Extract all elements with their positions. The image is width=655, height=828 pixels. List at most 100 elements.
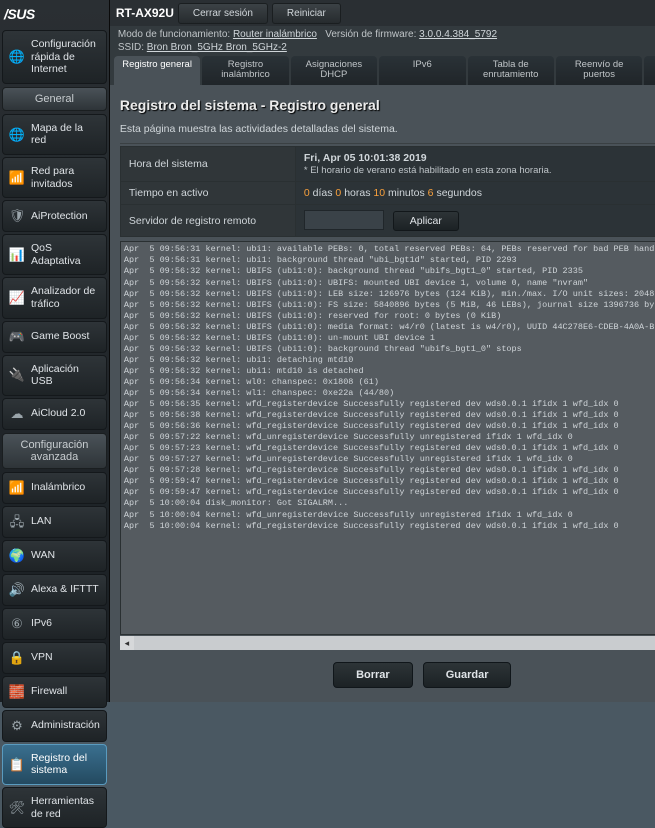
tab-registro-general[interactable]: Registro general [114, 56, 200, 85]
nav-icon: 🔊 [9, 582, 25, 598]
brand-logo: /SUS [4, 6, 35, 22]
clear-button[interactable]: Borrar [333, 662, 413, 688]
sidebar-item-aplicaci-n-usb[interactable]: 🔌 Aplicación USB [2, 355, 107, 396]
nav-icon: 📋 [9, 756, 25, 772]
sidebar-item-label: Inalámbrico [31, 481, 85, 494]
mode-label: Modo de funcionamiento: [118, 29, 230, 40]
save-button[interactable]: Guardar [423, 662, 512, 688]
page-title: Registro del sistema - Registro general [120, 93, 655, 123]
sidebar-item-game-boost[interactable]: 🎮 Game Boost [2, 321, 107, 353]
nav-icon: 🔒 [9, 650, 25, 666]
nav-icon: 📈 [9, 290, 25, 306]
remote-log-input[interactable] [304, 210, 384, 230]
sidebar-item-firewall[interactable]: 🧱 Firewall [2, 676, 107, 708]
tab-asignaciones-dhcp[interactable]: Asignaciones DHCP [291, 56, 377, 85]
horizontal-scrollbar[interactable]: ◂ ▸ [120, 636, 655, 650]
dst-note: * El horario de verano está habilitado e… [304, 165, 552, 176]
section-general: General [2, 87, 107, 111]
nav-icon: 🔌 [9, 367, 25, 383]
tab-tabla-de-enrutamiento[interactable]: Tabla de enrutamiento [468, 56, 554, 85]
sidebar-item-ipv6[interactable]: ⑥ IPv6 [2, 608, 107, 640]
nav-quick-setup[interactable]: 🌐 Configuración rápida de Internet [2, 30, 107, 84]
log-textarea[interactable]: Apr 5 09:56:31 kernel: ubi1: available P… [120, 241, 655, 635]
sidebar-item-label: Firewall [31, 685, 67, 698]
tabs: Registro generalRegistro inalámbricoAsig… [110, 56, 655, 85]
remote-log-label: Servidor de registro remoto [120, 204, 295, 237]
sidebar-item-label: VPN [31, 651, 53, 664]
sidebar: /SUS 🌐 Configuración rápida de Internet … [0, 0, 110, 702]
sidebar-item-herramientas-de-red[interactable]: 🛠 Herramientas de red [2, 787, 107, 828]
nav-icon: 🧱 [9, 684, 25, 700]
nav-icon: 🛡 [9, 208, 25, 224]
system-time-cell: Fri, Apr 05 10:01:38 2019 * El horario d… [295, 146, 655, 181]
sidebar-item-label: Administración [31, 719, 100, 732]
reboot-button[interactable]: Reiniciar [272, 3, 341, 24]
sidebar-item-label: Alexa & IFTTT [31, 583, 99, 596]
uptime-value: 0 días 0 horas 10 minutos 6 segundos [295, 181, 655, 204]
nav-icon: 📶 [9, 170, 25, 186]
sidebar-item-label: Mapa de la red [31, 122, 100, 147]
system-time-value: Fri, Apr 05 10:01:38 2019 [304, 152, 427, 164]
logout-button[interactable]: Cerrar sesión [178, 3, 268, 24]
sidebar-item-mapa-de-la-red[interactable]: 🌐 Mapa de la red [2, 114, 107, 155]
infobar: Modo de funcionamiento: Router inalámbri… [110, 26, 655, 56]
nav-icon: 🎮 [9, 329, 25, 345]
sidebar-item-label: Aplicación USB [31, 363, 100, 388]
nav-icon: ⑥ [9, 616, 25, 632]
uptime-label: Tiempo en activo [120, 181, 295, 204]
sidebar-item-label: AiProtection [31, 210, 88, 223]
sidebar-item-aicloud-2-0[interactable]: ☁ AiCloud 2.0 [2, 398, 107, 430]
tab-ipv6[interactable]: IPv6 [379, 56, 465, 85]
nav-icon: 📶 [9, 480, 25, 496]
sidebar-item-label: WAN [31, 549, 55, 562]
sidebar-item-inal-mbrico[interactable]: 📶 Inalámbrico [2, 472, 107, 504]
mode-value[interactable]: Router inalámbrico [233, 29, 317, 40]
action-row: Borrar Guardar [120, 650, 655, 694]
sidebar-item-label: Analizador de tráfico [31, 285, 100, 310]
fw-label: Versión de firmware: [325, 29, 416, 40]
fw-value[interactable]: 3.0.0.4.384_5792 [419, 29, 497, 40]
sidebar-item-vpn[interactable]: 🔒 VPN [2, 642, 107, 674]
apply-button[interactable]: Aplicar [393, 211, 459, 231]
sidebar-item-label: Game Boost [31, 330, 89, 343]
nav-label: Configuración rápida de Internet [31, 38, 100, 76]
tab-conexiones[interactable]: Conexiones [644, 56, 655, 85]
sidebar-item-label: Registro del sistema [31, 752, 100, 777]
nav-icon: 🌍 [9, 548, 25, 564]
topbar: RT-AX92U Cerrar sesión Reiniciar Español… [110, 0, 655, 26]
sidebar-item-red-para-invitados[interactable]: 📶 Red para invitados [2, 157, 107, 198]
main: RT-AX92U Cerrar sesión Reiniciar Español… [110, 0, 655, 702]
nav-icon: ☁ [9, 406, 25, 422]
nav-icon: 🛠 [9, 800, 25, 816]
brand-row: /SUS [2, 2, 107, 28]
tab-registro-inal-mbrico[interactable]: Registro inalámbrico [202, 56, 288, 85]
sidebar-item-administraci-n[interactable]: ⚙ Administración [2, 710, 107, 742]
system-time-label: Hora del sistema [120, 146, 295, 181]
sidebar-item-label: AiCloud 2.0 [31, 407, 85, 420]
nav-icon: 🌐 [9, 126, 25, 142]
sidebar-item-registro-del-sistema[interactable]: 📋 Registro del sistema [2, 744, 107, 785]
scroll-left-icon[interactable]: ◂ [120, 636, 134, 650]
content: Registro del sistema - Registro general … [110, 85, 655, 702]
info-table: Hora del sistema Fri, Apr 05 10:01:38 20… [120, 146, 655, 238]
sidebar-item-label: Red para invitados [31, 165, 100, 190]
tab-reenv-o-de-puertos[interactable]: Reenvío de puertos [556, 56, 642, 85]
sidebar-item-label: QoS Adaptativa [31, 242, 100, 267]
ssid-label: SSID: [118, 42, 144, 53]
ssid-values: Bron Bron_5GHz Bron_5GHz-2 [147, 42, 287, 53]
sidebar-item-wan[interactable]: 🌍 WAN [2, 540, 107, 572]
nav-icon: 📊 [9, 247, 25, 263]
sidebar-item-qos-adaptativa[interactable]: 📊 QoS Adaptativa [2, 234, 107, 275]
sidebar-item-label: Herramientas de red [31, 795, 100, 820]
sidebar-item-lan[interactable]: 🖧 LAN [2, 506, 107, 538]
nav-icon: ⚙ [9, 718, 25, 734]
nav-icon: 🖧 [9, 514, 25, 530]
sidebar-item-label: IPv6 [31, 617, 52, 630]
sidebar-item-analizador-de-tr-fico[interactable]: 📈 Analizador de tráfico [2, 277, 107, 318]
sidebar-item-alexa-ifttt[interactable]: 🔊 Alexa & IFTTT [2, 574, 107, 606]
remote-log-cell: Aplicar [295, 204, 655, 237]
section-advanced: Configuración avanzada [2, 433, 107, 469]
sidebar-item-label: LAN [31, 515, 51, 528]
sidebar-item-aiprotection[interactable]: 🛡 AiProtection [2, 200, 107, 232]
globe-icon: 🌐 [9, 49, 25, 65]
